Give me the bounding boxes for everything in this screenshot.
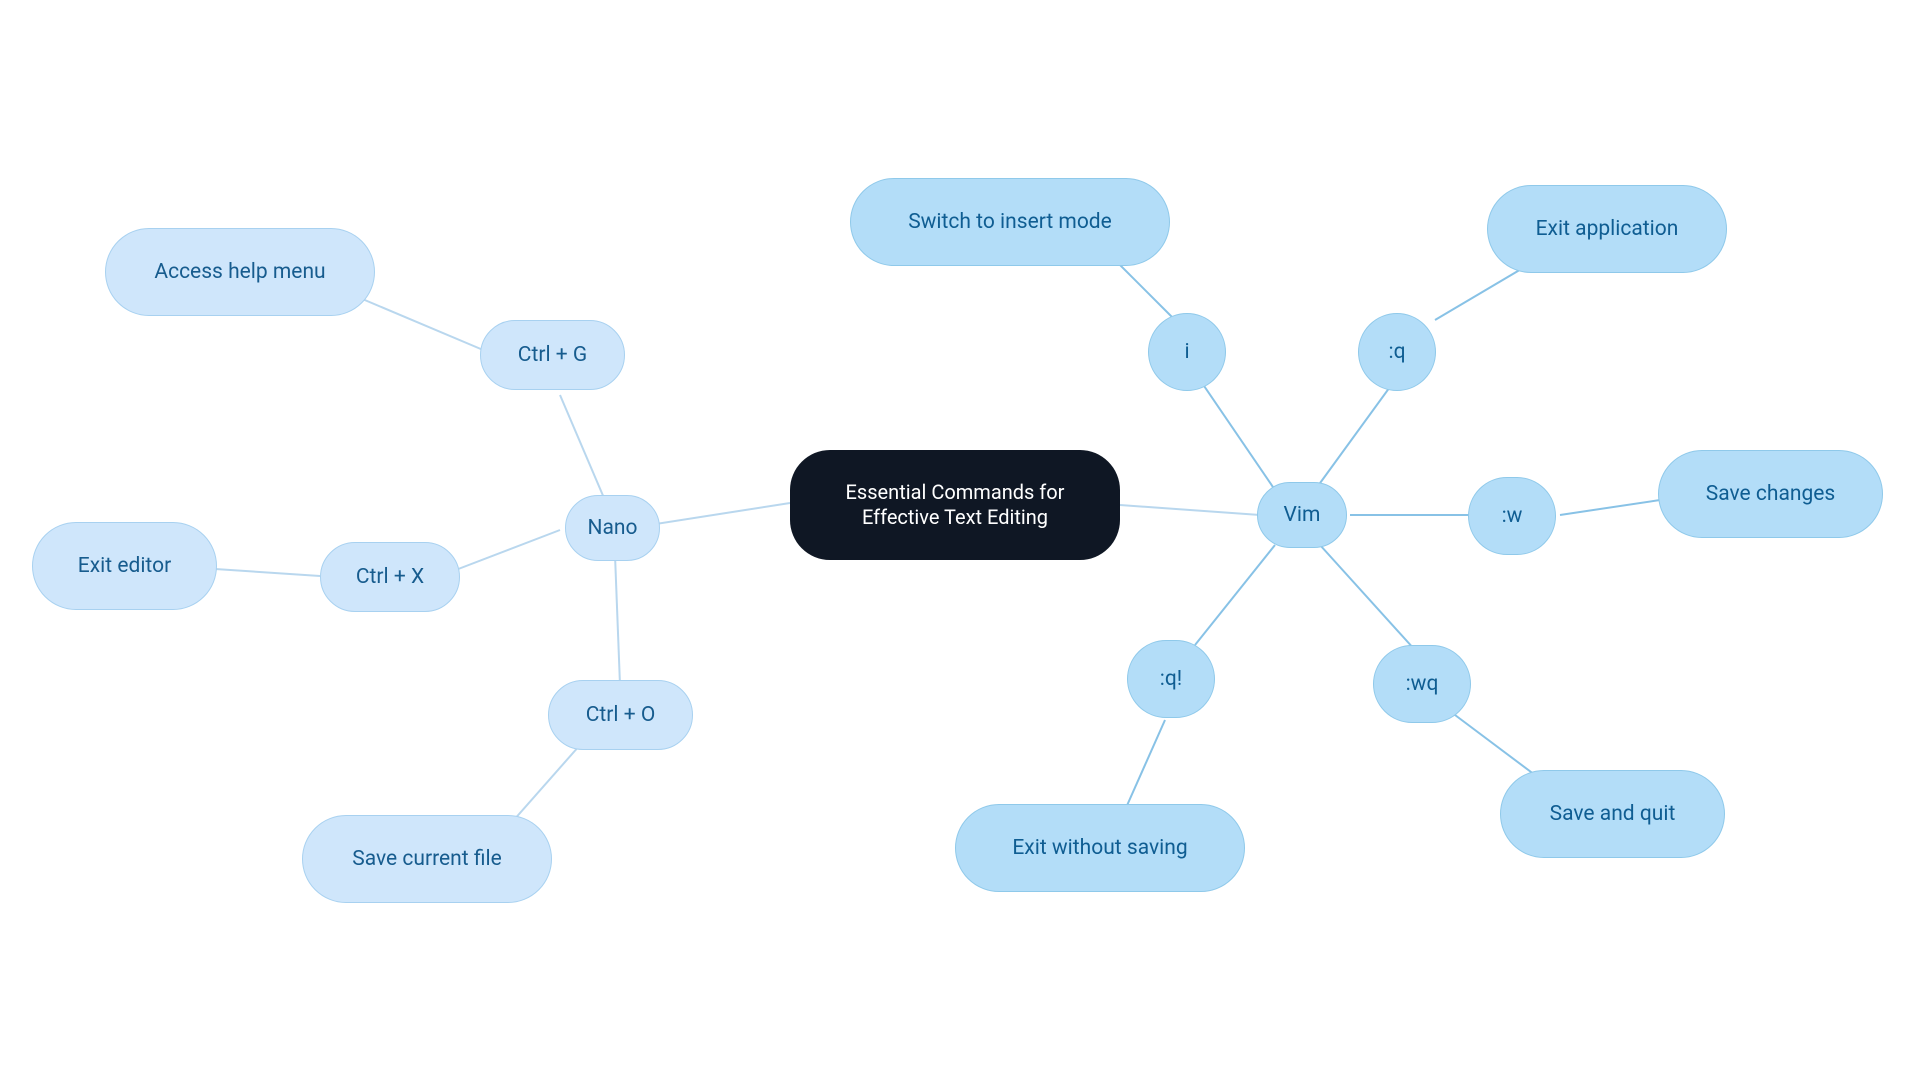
vim-q-label: :q	[1388, 339, 1405, 365]
vim-i-label: i	[1184, 339, 1189, 365]
ctrl-x-label: Ctrl + X	[356, 564, 424, 590]
vim-qbang-label: :q!	[1160, 666, 1182, 692]
ctrl-x-desc: Exit editor	[78, 553, 171, 579]
node-ctrl-o[interactable]: Ctrl + O	[548, 680, 693, 750]
vim-wq-desc: Save and quit	[1550, 801, 1676, 827]
node-vim-w[interactable]: :w	[1468, 477, 1556, 555]
node-ctrl-g-desc[interactable]: Access help menu	[105, 228, 375, 316]
node-ctrl-g[interactable]: Ctrl + G	[480, 320, 625, 390]
mindmap-canvas: Essential Commands forEffective Text Edi…	[0, 0, 1920, 1083]
nano-label: Nano	[588, 515, 638, 541]
node-vim-qbang[interactable]: :q!	[1127, 640, 1215, 718]
vim-q-desc: Exit application	[1536, 216, 1679, 242]
vim-wq-label: :wq	[1406, 671, 1439, 697]
node-vim-w-desc[interactable]: Save changes	[1658, 450, 1883, 538]
vim-qbang-desc: Exit without saving	[1012, 835, 1187, 861]
branch-vim[interactable]: Vim	[1257, 482, 1347, 548]
node-ctrl-x[interactable]: Ctrl + X	[320, 542, 460, 612]
vim-w-desc: Save changes	[1706, 481, 1835, 507]
ctrl-o-label: Ctrl + O	[586, 702, 656, 728]
vim-w-label: :w	[1502, 503, 1523, 529]
ctrl-g-desc: Access help menu	[154, 259, 325, 285]
node-ctrl-o-desc[interactable]: Save current file	[302, 815, 552, 903]
vim-i-desc: Switch to insert mode	[908, 209, 1112, 235]
node-vim-qbang-desc[interactable]: Exit without saving	[955, 804, 1245, 892]
node-vim-i-desc[interactable]: Switch to insert mode	[850, 178, 1170, 266]
node-vim-q-desc[interactable]: Exit application	[1487, 185, 1727, 273]
ctrl-g-label: Ctrl + G	[518, 342, 587, 368]
node-vim-i[interactable]: i	[1148, 313, 1226, 391]
root-node[interactable]: Essential Commands forEffective Text Edi…	[790, 450, 1120, 560]
node-vim-wq-desc[interactable]: Save and quit	[1500, 770, 1725, 858]
ctrl-o-desc: Save current file	[352, 846, 501, 872]
node-vim-wq[interactable]: :wq	[1373, 645, 1471, 723]
root-label: Essential Commands forEffective Text Edi…	[846, 480, 1065, 530]
vim-label: Vim	[1284, 502, 1321, 528]
node-ctrl-x-desc[interactable]: Exit editor	[32, 522, 217, 610]
branch-nano[interactable]: Nano	[565, 495, 660, 561]
node-vim-q[interactable]: :q	[1358, 313, 1436, 391]
